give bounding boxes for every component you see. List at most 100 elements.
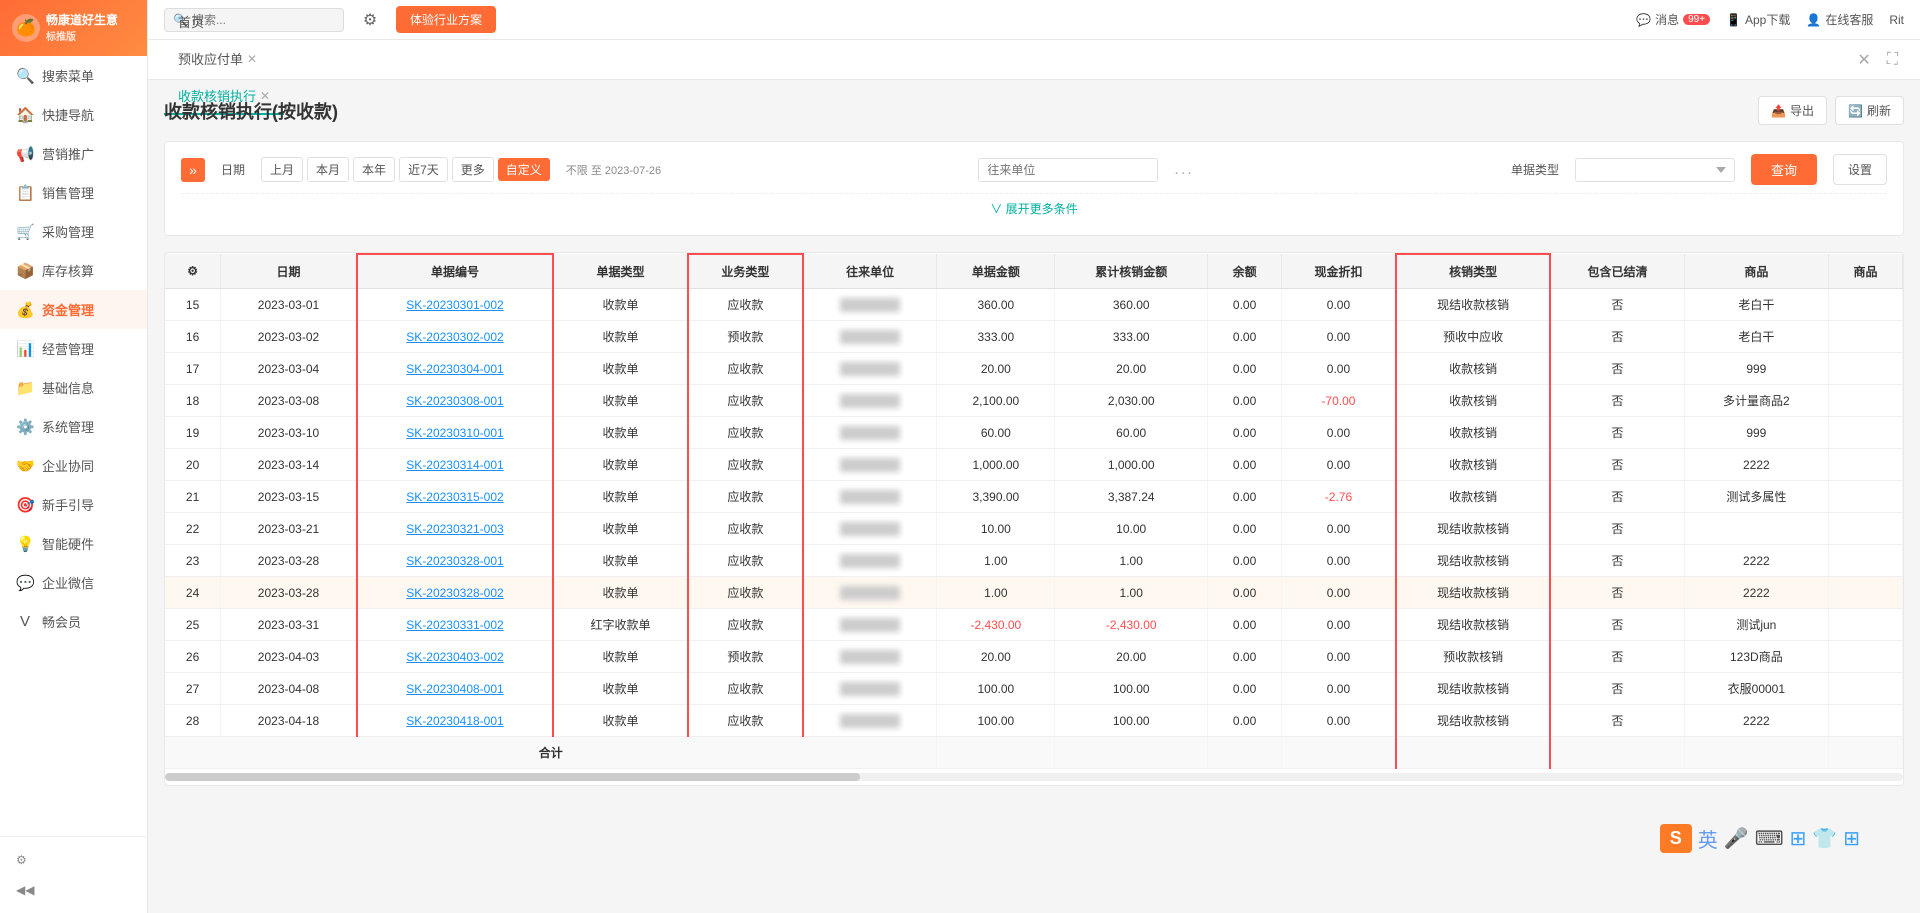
date-more-btn[interactable]: 更多: [452, 157, 494, 182]
skucode-link[interactable]: SK-20230308-001: [406, 394, 503, 408]
base-icon: 📁: [16, 379, 34, 397]
skucode-link[interactable]: SK-20230418-001: [406, 714, 503, 728]
filter-expand-btn[interactable]: ∨ 展开更多条件: [181, 193, 1887, 223]
skucode-link[interactable]: SK-20230310-001: [406, 426, 503, 440]
sidebar-item-inventory[interactable]: 📦库存核算: [0, 251, 147, 290]
cell-vertype: 收款核销: [1396, 417, 1551, 449]
cell-amount: 20.00: [937, 353, 1055, 385]
th-discount[interactable]: 现金折扣: [1282, 254, 1396, 289]
cell-biztype: 应收款: [688, 481, 803, 513]
cell-skucode: SK-20230418-001: [357, 705, 553, 737]
skucode-link[interactable]: SK-20230328-002: [406, 586, 503, 600]
sidebar-item-label-base: 基础信息: [42, 378, 94, 397]
skucode-link[interactable]: SK-20230331-002: [406, 618, 503, 632]
gear-icon[interactable]: ⚙: [356, 6, 384, 34]
guide-icon: 🎯: [16, 496, 34, 514]
footer-label: 合计: [165, 737, 937, 769]
th-skucode[interactable]: 单据编号: [357, 254, 553, 289]
cell-product: 123D商品: [1684, 641, 1828, 673]
cell-incl-settled: 否: [1550, 513, 1684, 545]
tab-0[interactable]: 首页: [164, 4, 284, 41]
sidebar-item-hardware[interactable]: 💡智能硬件: [0, 524, 147, 563]
cell-no: 15: [165, 289, 221, 321]
tab-close-1[interactable]: ✕: [247, 52, 257, 66]
expand-window-btn[interactable]: ⛶: [1881, 49, 1904, 71]
cell-skucode: SK-20230314-001: [357, 449, 553, 481]
skucode-link[interactable]: SK-20230408-001: [406, 682, 503, 696]
sidebar-item-operations[interactable]: 📊经营管理: [0, 329, 147, 368]
user-avatar[interactable]: Rit: [1889, 13, 1904, 27]
cell-date: 2023-04-03: [221, 641, 357, 673]
filter-toggle-btn[interactable]: »: [181, 158, 205, 182]
app-download-btn[interactable]: 📱 App下载: [1726, 11, 1790, 28]
sidebar-item-finance[interactable]: 💰资金管理: [0, 290, 147, 329]
table-row: 16 2023-03-02 SK-20230302-002 收款单 预收款 33…: [165, 321, 1903, 353]
industry-btn[interactable]: 体验行业方案: [396, 6, 496, 33]
th-amount[interactable]: 单据金额: [937, 254, 1055, 289]
date-custom-btn[interactable]: 自定义: [498, 158, 550, 181]
sidebar-item-guide[interactable]: 🎯新手引导: [0, 485, 147, 524]
sidebar-collapse[interactable]: ◀◀: [0, 875, 147, 905]
skucode-link[interactable]: SK-20230304-001: [406, 362, 503, 376]
sidebar-item-base[interactable]: 📁 基础信息: [0, 368, 147, 407]
sidebar-item-member[interactable]: V畅会员: [0, 602, 147, 641]
skucode-link[interactable]: SK-20230315-002: [406, 490, 503, 504]
skucode-link[interactable]: SK-20230328-001: [406, 554, 503, 568]
online-service-btn[interactable]: 👤 在线客服: [1806, 11, 1873, 28]
th-doctype[interactable]: 单据类型: [553, 254, 688, 289]
cell-skucode: SK-20230321-003: [357, 513, 553, 545]
sidebar-item-system[interactable]: ⚙️系统管理: [0, 407, 147, 446]
sidebar-item-wechat[interactable]: 💬企业微信: [0, 563, 147, 602]
sidebar-settings[interactable]: ⚙: [0, 845, 147, 875]
cell-balance: 0.00: [1208, 705, 1282, 737]
cell-balance: 0.00: [1208, 321, 1282, 353]
cell-counterparty: [803, 705, 937, 737]
counterparty-input[interactable]: [978, 158, 1158, 182]
refresh-btn[interactable]: 🔄 刷新: [1835, 96, 1904, 125]
th-product2[interactable]: 商品: [1828, 254, 1902, 289]
cell-skucode: SK-20230403-002: [357, 641, 553, 673]
sidebar-item-corp[interactable]: 🤝企业协同: [0, 446, 147, 485]
horizontal-scrollbar[interactable]: [165, 773, 1903, 781]
cell-product2: [1828, 705, 1902, 737]
th-verified[interactable]: 累计核销金额: [1055, 254, 1208, 289]
skucode-link[interactable]: SK-20230301-002: [406, 298, 503, 312]
date-7days-btn[interactable]: 近7天: [399, 157, 448, 182]
skucode-link[interactable]: SK-20230403-002: [406, 650, 503, 664]
th-biztype[interactable]: 业务类型: [688, 254, 803, 289]
th-balance[interactable]: 余额: [1208, 254, 1282, 289]
date-this-month-btn[interactable]: 本月: [307, 157, 349, 182]
sidebar-item-marketing[interactable]: 📢营销推广: [0, 134, 147, 173]
th-counterparty[interactable]: 往来单位: [803, 254, 937, 289]
th-incl-settled[interactable]: 包含已结清: [1550, 254, 1684, 289]
sidebar-item-sales[interactable]: 📋销售管理: [0, 173, 147, 212]
th-date[interactable]: 日期: [221, 254, 357, 289]
date-this-year-btn[interactable]: 本年: [353, 157, 395, 182]
sidebar-item-search[interactable]: 🔍搜索菜单: [0, 56, 147, 95]
sidebar-logo: 🍊 畅康道好生意 标推版: [0, 0, 147, 56]
skucode-link[interactable]: SK-20230302-002: [406, 330, 503, 344]
sidebar-item-quicknav[interactable]: 🏠快捷导航: [0, 95, 147, 134]
cell-incl-settled: 否: [1550, 673, 1684, 705]
sidebar-item-purchase[interactable]: 🛒采购管理: [0, 212, 147, 251]
scrollbar-thumb[interactable]: [165, 773, 860, 781]
date-last-month-btn[interactable]: 上月: [261, 157, 303, 182]
counterparty-blurred: [840, 330, 900, 344]
th-product[interactable]: 商品: [1684, 254, 1828, 289]
tab-1[interactable]: 预收应付单✕: [164, 41, 284, 78]
sidebar: 🍊 畅康道好生意 标推版 🔍搜索菜单🏠快捷导航📢营销推广📋销售管理🛒采购管理📦库…: [0, 0, 148, 913]
table-row: 17 2023-03-04 SK-20230304-001 收款单 应收款 20…: [165, 353, 1903, 385]
vouchertype-select[interactable]: [1575, 158, 1735, 182]
cell-biztype: 应收款: [688, 513, 803, 545]
export-btn[interactable]: 📤 导出: [1758, 96, 1827, 125]
skucode-link[interactable]: SK-20230321-003: [406, 522, 503, 536]
skucode-link[interactable]: SK-20230314-001: [406, 458, 503, 472]
th-vertype[interactable]: 核销类型: [1396, 254, 1551, 289]
th-settings[interactable]: ⚙: [165, 254, 221, 289]
close-window-btn[interactable]: ✕: [1851, 48, 1876, 72]
tabbar: 首页预收应付单✕收款核销执行✕ ✕ ⛶: [148, 40, 1920, 80]
sidebar-item-label-hardware: 智能硬件: [42, 534, 94, 553]
query-btn[interactable]: 查询: [1751, 154, 1817, 185]
setting-btn[interactable]: 设置: [1833, 154, 1887, 185]
notifications-btn[interactable]: 💬 消息 99+: [1636, 11, 1710, 28]
